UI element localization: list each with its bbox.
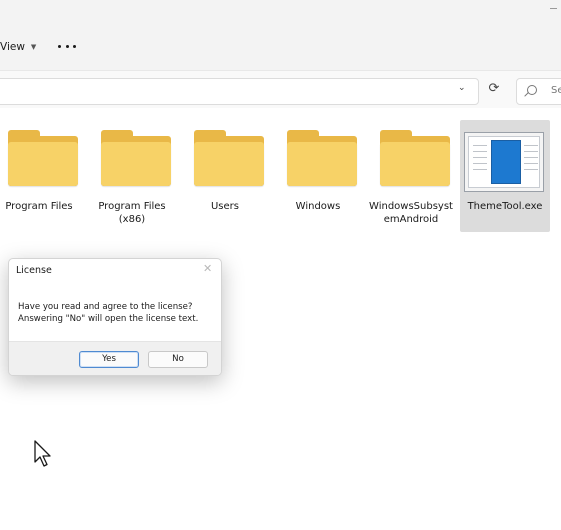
file-name: WindowsSubsyst emAndroid — [369, 201, 453, 225]
dialog-message: Have you read and agree to the license? — [18, 302, 193, 312]
close-icon[interactable]: ✕ — [203, 262, 212, 275]
dialog-title: License — [16, 265, 52, 276]
refresh-icon[interactable]: ⟳ — [486, 81, 502, 97]
folder-icon — [287, 130, 357, 186]
search-icon — [527, 85, 537, 95]
view-label: View — [0, 41, 25, 53]
yes-button[interactable]: Yes — [79, 351, 139, 368]
dialog-footer: Yes No — [9, 341, 221, 375]
mouse-pointer-icon — [34, 440, 51, 467]
folder-icon — [101, 130, 171, 186]
search-input[interactable]: Se — [516, 78, 561, 105]
chevron-down-icon: ▼ — [30, 43, 37, 51]
chevron-down-icon[interactable]: ⌄ — [458, 83, 466, 93]
folder-icon — [8, 130, 78, 186]
address-bar[interactable] — [0, 78, 479, 105]
file-item-selected[interactable]: ThemeTool.exe — [460, 120, 550, 232]
file-name: Program Files (x86) — [98, 201, 166, 225]
file-name: Program Files — [5, 201, 73, 212]
search-placeholder: Se — [551, 85, 561, 96]
more-options-button[interactable] — [58, 38, 76, 54]
file-name: Users — [210, 201, 239, 212]
folder-icon — [194, 130, 264, 186]
file-name: Windows — [295, 201, 341, 212]
more-horizontal-icon — [58, 44, 61, 48]
file-item[interactable]: Users — [180, 120, 270, 232]
file-item[interactable]: WindowsSubsyst emAndroid — [366, 120, 456, 232]
dialog-message: Answering "No" will open the license tex… — [18, 314, 199, 324]
file-explorer-window: View ▼ ⌄ ⟳ Se Program Files Program File… — [0, 0, 561, 530]
application-icon — [464, 132, 544, 192]
command-bar: View ▼ — [0, 22, 561, 70]
file-item[interactable]: Program Files (x86) — [87, 120, 177, 232]
file-item[interactable]: Program Files — [0, 120, 84, 232]
file-name: ThemeTool.exe — [467, 201, 543, 212]
view-menu-button[interactable]: View ▼ — [0, 39, 36, 55]
minimize-button[interactable] — [550, 8, 557, 9]
file-item[interactable]: Windows — [273, 120, 363, 232]
address-row: ⌄ ⟳ Se — [0, 70, 561, 108]
title-bar — [0, 0, 561, 22]
folder-icon — [380, 130, 450, 186]
no-button[interactable]: No — [148, 351, 208, 368]
license-dialog: License ✕ Have you read and agree to the… — [8, 258, 222, 376]
